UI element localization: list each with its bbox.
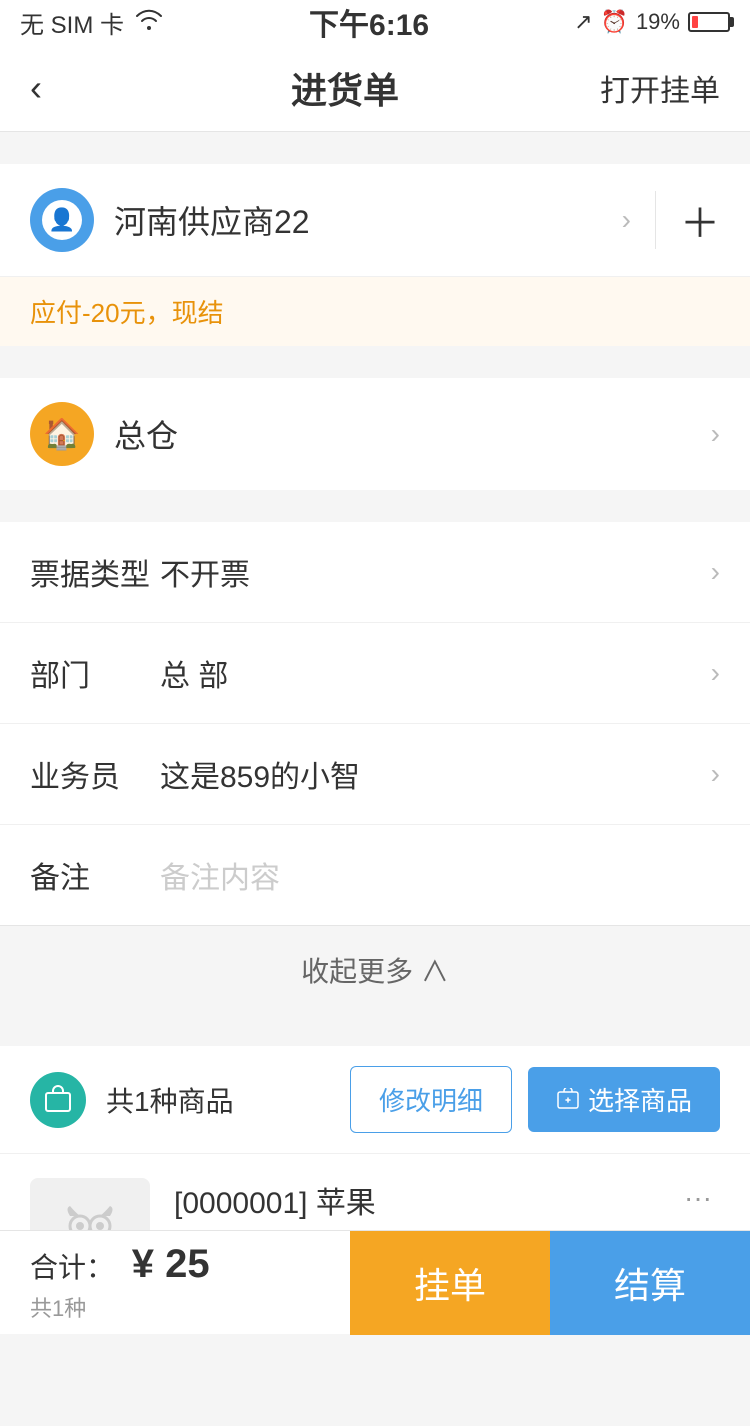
- total-label: 合计：: [30, 1252, 114, 1283]
- product-more-button[interactable]: ···: [676, 1178, 720, 1218]
- carrier-label: 无 SIM 卡: [20, 5, 124, 40]
- status-time: 下午6:16: [309, 0, 429, 44]
- invoice-type-value: 不开票: [160, 550, 711, 594]
- supplier-avatar: 👤: [30, 188, 94, 252]
- battery-percent: 19%: [636, 9, 680, 35]
- invoice-chevron-icon: ›: [711, 556, 720, 588]
- select-product-icon: [556, 1088, 580, 1112]
- divider-4: [0, 1014, 750, 1030]
- supplier-row[interactable]: 👤 河南供应商22 › ＋: [0, 164, 750, 277]
- edit-detail-button[interactable]: 修改明细: [350, 1066, 512, 1133]
- select-product-label: 选择商品: [588, 1081, 692, 1118]
- avatar-person-icon: 👤: [48, 207, 75, 233]
- remark-row[interactable]: 备注 备注内容: [0, 825, 750, 925]
- salesperson-label: 业务员: [30, 752, 160, 796]
- location-icon: ↗: [574, 9, 592, 35]
- add-supplier-button[interactable]: ＋: [655, 191, 720, 249]
- product-count-icon: [30, 1072, 86, 1128]
- footer-spacer: [0, 1322, 750, 1426]
- status-bar: 无 SIM 卡 下午6:16 ↗ ⏰ 19%: [0, 0, 750, 44]
- footer-total: 合计： ¥ 25 共1种: [0, 1242, 350, 1323]
- supplier-name: 河南供应商22: [114, 197, 622, 243]
- department-value: 总 部: [160, 651, 711, 695]
- collapse-button[interactable]: 收起更多 ∧: [0, 925, 750, 1014]
- warehouse-icon: 🏠: [30, 402, 94, 466]
- settle-button[interactable]: 结算: [550, 1231, 750, 1335]
- back-button[interactable]: ‹: [30, 67, 90, 109]
- divider-2: [0, 346, 750, 362]
- status-left: 无 SIM 卡: [20, 5, 164, 40]
- supplier-section: 👤 河南供应商22 › ＋ 应付-20元，现结: [0, 164, 750, 346]
- battery-icon: [688, 12, 730, 32]
- warehouse-chevron-icon: ›: [711, 418, 720, 450]
- wifi-icon: [134, 8, 164, 37]
- form-section: 票据类型 不开票 › 部门 总 部 › 业务员 这是859的小智 › 备注 备注…: [0, 522, 750, 925]
- salesperson-value: 这是859的小智: [160, 752, 711, 796]
- open-pending-button[interactable]: 打开挂单: [600, 66, 720, 110]
- status-right: ↗ ⏰ 19%: [574, 9, 730, 35]
- nav-bar: ‹ 进货单 打开挂单: [0, 44, 750, 132]
- warehouse-row[interactable]: 🏠 总仓 ›: [0, 378, 750, 490]
- remark-label: 备注: [30, 853, 160, 897]
- total-sub: 共1种: [30, 1291, 320, 1323]
- remark-input[interactable]: 备注内容: [160, 853, 720, 897]
- total-amount: ¥ 25: [132, 1242, 210, 1286]
- footer: 合计： ¥ 25 共1种 挂单 结算: [0, 1230, 750, 1334]
- department-row[interactable]: 部门 总 部 ›: [0, 623, 750, 724]
- payment-notice: 应付-20元，现结: [0, 277, 750, 346]
- invoice-type-row[interactable]: 票据类型 不开票 ›: [0, 522, 750, 623]
- select-product-button[interactable]: 选择商品: [528, 1067, 720, 1132]
- product-name: [0000001] 苹果: [174, 1178, 676, 1222]
- invoice-type-label: 票据类型: [30, 550, 160, 594]
- warehouse-name: 总仓: [114, 411, 711, 457]
- divider-1: [0, 132, 750, 148]
- divider-3: [0, 490, 750, 506]
- department-chevron-icon: ›: [711, 657, 720, 689]
- alarm-icon: ⏰: [601, 9, 628, 35]
- department-label: 部门: [30, 651, 160, 695]
- salesperson-row[interactable]: 业务员 这是859的小智 ›: [0, 724, 750, 825]
- warehouse-section: 🏠 总仓 ›: [0, 378, 750, 490]
- pend-button[interactable]: 挂单: [350, 1231, 550, 1335]
- chevron-right-icon: ›: [622, 204, 631, 236]
- product-id: [0000001]: [174, 1187, 307, 1220]
- product-count-text: 共1种商品: [106, 1080, 350, 1120]
- salesperson-chevron-icon: ›: [711, 758, 720, 790]
- product-header: 共1种商品 修改明细 选择商品: [0, 1046, 750, 1154]
- page-title: 进货单: [291, 62, 399, 114]
